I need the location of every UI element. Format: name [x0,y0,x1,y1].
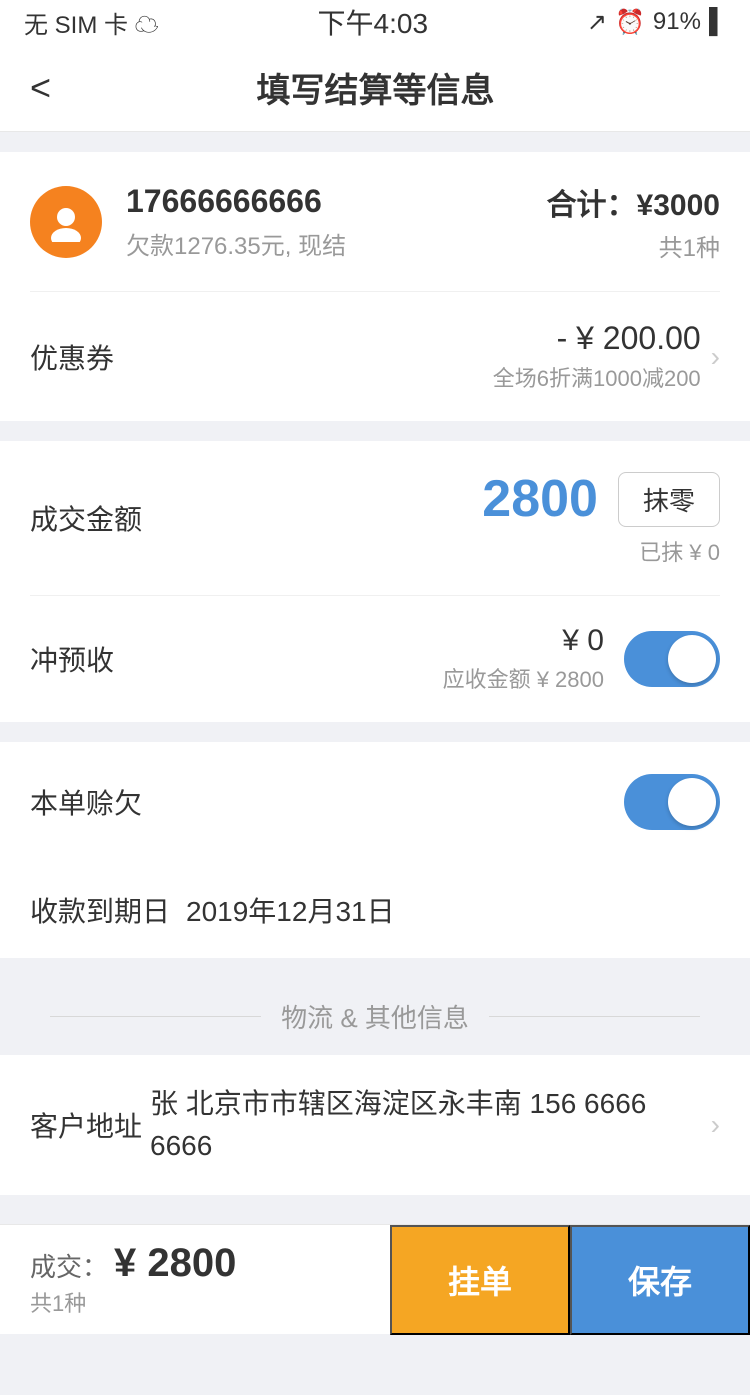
toggle-knob [668,635,716,683]
battery-icon: ▌ [709,8,726,36]
footer-deal-label: 成交： [30,1247,108,1284]
user-phone: 17666666666 [126,183,547,220]
chevron-right-icon: › [711,341,720,373]
status-right: ↗ ⏰ 91% ▌ [587,8,726,37]
coupon-discount: - ¥ 200.00 [493,320,701,357]
round-button[interactable]: 抹零 [618,472,720,527]
divider-logistics [0,958,750,978]
page-title: 填写结算等信息 [71,63,680,112]
already-rounded: 已抹 ¥ 0 [482,535,720,567]
avatar [30,186,102,258]
total-amount: 合计：¥3000 [547,180,720,224]
user-info-row: 17666666666 欠款1276.35元, 现结 合计：¥3000 共1种 [30,152,720,292]
divider-amount [0,421,750,441]
hang-button[interactable]: 挂单 [390,1225,570,1335]
debt-label: 本单赊欠 [30,782,624,822]
logistics-label: 物流 & 其他信息 [281,998,469,1035]
divider-debt [0,722,750,742]
prepay-amount-block: ¥ 0 应收金额 ¥ 2800 [443,624,604,694]
nav-bar: < 填写结算等信息 [0,44,750,132]
footer: 成交： ¥ 2800 共1种 挂单 保存 [0,1224,750,1334]
user-subtitle: 欠款1276.35元, 现结 [126,226,547,261]
status-bar: 无 SIM 卡 ☁ 下午4:03 ↗ ⏰ 91% ▌ [0,0,750,44]
prepay-toggle[interactable] [624,631,720,687]
deal-amount-value: 2800 [482,469,598,529]
coupon-right: - ¥ 200.00 全场6折满1000减200 [493,320,701,393]
address-value: 张 北京市市辖区海淀区永丰南 156 6666 6666 [150,1083,701,1167]
coupon-row[interactable]: 优惠券 - ¥ 200.00 全场6折满1000减200 › [30,292,720,421]
debt-toggle-knob [668,778,716,826]
prepay-row: 冲预收 ¥ 0 应收金额 ¥ 2800 [30,596,720,722]
deal-amount-label: 成交金额 [30,498,482,538]
deal-amount-right: 2800 抹零 已抹 ¥ 0 [482,469,720,567]
battery-label: 91% [653,8,701,36]
footer-summary: 成交： ¥ 2800 共1种 [0,1241,390,1318]
divider-line-left [50,1016,261,1017]
due-date-label: 收款到期日 [30,890,170,930]
divider-line-right [489,1016,700,1017]
footer-count: 共1种 [30,1286,360,1318]
save-button[interactable]: 保存 [570,1225,750,1335]
due-date-value: 2019年12月31日 [186,890,395,930]
address-row[interactable]: 客户地址 张 北京市市辖区海淀区永丰南 156 6666 6666 › [30,1055,720,1195]
divider-top [0,132,750,152]
coupon-label: 优惠券 [30,337,493,377]
prepay-right: ¥ 0 应收金额 ¥ 2800 [443,624,720,694]
logistics-section-header: 物流 & 其他信息 [0,978,750,1055]
back-button[interactable]: < [30,67,51,109]
user-info-card: 17666666666 欠款1276.35元, 现结 合计：¥3000 共1种 … [0,152,750,421]
user-total: 合计：¥3000 共1种 [547,180,720,263]
total-count: 共1种 [547,228,720,263]
deal-amount-row: 成交金额 2800 抹零 已抹 ¥ 0 [30,441,720,596]
avatar-icon [46,202,86,242]
address-label: 客户地址 [30,1105,150,1145]
status-time: 下午4:03 [318,2,429,42]
address-card: 客户地址 张 北京市市辖区海淀区永丰南 156 6666 6666 › [0,1055,750,1195]
footer-amount: ¥ 2800 [114,1241,236,1286]
due-date-row: 收款到期日 2019年12月31日 [30,862,720,958]
prepay-label: 冲预收 [30,639,443,679]
sim-label: 无 SIM 卡 ☁ [24,5,159,40]
debt-row: 本单赊欠 [30,742,720,862]
amount-section: 成交金额 2800 抹零 已抹 ¥ 0 冲预收 ¥ 0 应收金额 ¥ 2800 [0,441,750,722]
prepay-amount: ¥ 0 [443,624,604,658]
location-icon: ↗ [587,8,607,37]
user-info-left: 17666666666 欠款1276.35元, 现结 [126,183,547,261]
prepay-subtext: 应收金额 ¥ 2800 [443,662,604,694]
debt-toggle[interactable] [624,774,720,830]
address-chevron-icon: › [711,1109,720,1141]
alarm-icon: ⏰ [615,8,645,37]
debt-card: 本单赊欠 收款到期日 2019年12月31日 [0,742,750,958]
coupon-description: 全场6折满1000减200 [493,361,701,393]
status-left: 无 SIM 卡 ☁ [24,5,159,40]
